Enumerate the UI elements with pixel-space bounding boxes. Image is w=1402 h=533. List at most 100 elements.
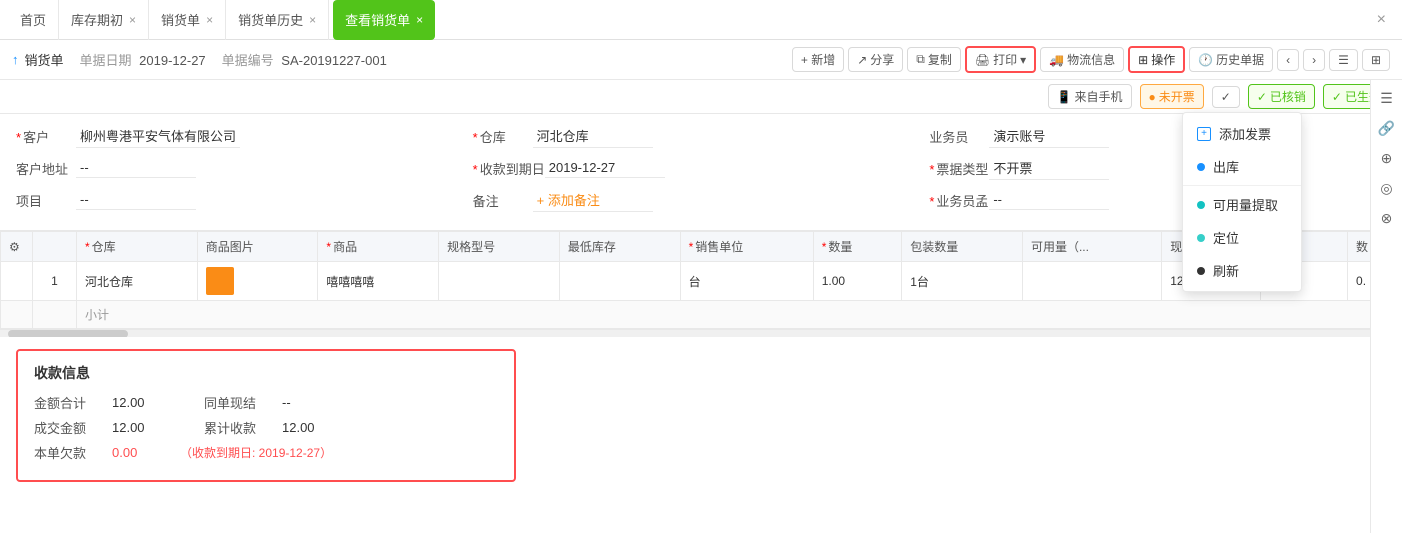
staff2-value: --	[989, 190, 1109, 210]
scrollbar-thumb[interactable]	[8, 330, 128, 337]
form-row-3: 项目 -- 备注 + 添加备注 业务员孟 --	[16, 188, 1386, 212]
warehouse-value[interactable]: 河北仓库	[533, 124, 653, 148]
logistics-button[interactable]: 🚚 物流信息	[1040, 47, 1124, 72]
doc-icon: ↑	[12, 52, 19, 67]
pay-field-5: 本单欠款 0.00 （收款到期日: 2019-12-27）	[34, 443, 332, 462]
outbound-item[interactable]: 出库	[1183, 150, 1301, 183]
date-label: 单据日期	[80, 53, 132, 68]
ticket-type-label: 票据类型	[929, 159, 989, 178]
horizontal-scrollbar[interactable]	[0, 329, 1402, 337]
tab-inventory-init[interactable]: 库存期初 ×	[59, 0, 149, 40]
amount-total-value: 12.00	[112, 395, 172, 410]
right-panel-btn-1[interactable]: ☰	[1373, 84, 1401, 112]
pay-field-4: 累计收款 12.00	[204, 418, 342, 437]
tab-view-sales-label: 查看销货单	[345, 10, 410, 29]
right-panel-btn-3[interactable]: ⊕	[1373, 144, 1401, 172]
right-panel-btn-2[interactable]: 🔗	[1373, 114, 1401, 142]
warehouse-label: 仓库	[473, 127, 533, 146]
doc-title: ↑ 销货单	[12, 50, 64, 69]
window-close-button[interactable]: ×	[1369, 7, 1394, 33]
tab-home[interactable]: 首页	[8, 0, 59, 40]
project-label: 项目	[16, 191, 76, 210]
staff-value: 演示账号	[989, 124, 1109, 148]
view-list-button[interactable]: ☰	[1329, 49, 1358, 71]
number-label: 单据编号	[222, 53, 274, 68]
link-icon: 🔗	[1378, 120, 1395, 137]
right-panel-btn-5[interactable]: ⊗	[1373, 204, 1401, 232]
print-button[interactable]: 🖨 打印 ▾	[965, 46, 1036, 73]
row-unit-cell: 台	[680, 262, 813, 301]
history-button[interactable]: 🕐 历史单据	[1189, 47, 1273, 72]
payment-row-2: 成交金额 12.00 累计收款 12.00	[34, 418, 498, 437]
tab-sales-history[interactable]: 销货单历史 ×	[226, 0, 329, 40]
plus-icon: +	[537, 193, 545, 208]
tab-inventory-init-close[interactable]: ×	[129, 13, 136, 27]
locate-icon	[1197, 234, 1205, 242]
payment-row-3: 本单欠款 0.00 （收款到期日: 2019-12-27）	[34, 443, 498, 462]
tab-sales-order-close[interactable]: ×	[206, 13, 213, 27]
amount-total-label: 金额合计	[34, 393, 104, 412]
deal-amount-label: 成交金额	[34, 418, 104, 437]
add-invoice-item[interactable]: + 添加发票	[1183, 117, 1301, 150]
pay-field-2: 同单现结 --	[204, 393, 342, 412]
share-button[interactable]: ↗ 分享	[848, 47, 903, 72]
row-settings-cell	[1, 262, 33, 301]
toolbar-row2: 📱 来自手机 ● 未开票 ✓ ✓ 已核销 ✓ 已生效	[0, 80, 1402, 114]
customer-value[interactable]: 柳州粤港平安气体有限公司	[76, 124, 240, 148]
payment-area: 收款信息 金额合计 12.00 同单现结 -- 成交金额 12.00	[16, 349, 516, 482]
subtotal-label-cell: 小计	[76, 301, 1401, 329]
subtotal-row: 小计	[1, 301, 1402, 329]
th-settings[interactable]: ⚙	[1, 232, 33, 262]
locate-label: 定位	[1213, 228, 1239, 247]
th-spec: 规格型号	[439, 232, 560, 262]
add-remark-button[interactable]: + 添加备注	[533, 188, 653, 212]
tab-sales-order[interactable]: 销货单 ×	[149, 0, 226, 40]
add-button[interactable]: + 新增	[792, 47, 844, 72]
th-unit-label: 销售单位	[689, 240, 744, 254]
pay-field-1: 金额合计 12.00	[34, 393, 172, 412]
verified-button[interactable]: ✓ 已核销	[1248, 84, 1315, 109]
refresh-label: 刷新	[1213, 261, 1239, 280]
operations-button[interactable]: ⊞ 操作	[1128, 46, 1185, 73]
nav-prev-button[interactable]: ‹	[1277, 49, 1299, 71]
product-image	[206, 267, 234, 295]
staff-field: 业务员 演示账号	[929, 124, 1386, 148]
tab-view-sales-close[interactable]: ×	[416, 13, 423, 27]
row-product-cell: 嘻嘻嘻嘻	[318, 262, 439, 301]
staff2-field: 业务员孟 --	[929, 190, 1386, 210]
right-panel-btn-4[interactable]: ◎	[1373, 174, 1401, 202]
subtotal-num-cell	[33, 301, 77, 329]
dropdown-divider	[1183, 185, 1301, 186]
debt-suffix: （收款到期日: 2019-12-27）	[180, 444, 332, 461]
view-grid-button[interactable]: ⊞	[1362, 49, 1390, 71]
th-warehouse-label: 仓库	[85, 240, 116, 254]
toolbar-actions: + 新增 ↗ 分享 ⧉ 复制 🖨 打印 ▾ 🚚 物流信息	[792, 46, 1390, 73]
project-field: 项目 --	[16, 190, 473, 210]
address-label: 客户地址	[16, 159, 76, 178]
tab-inventory-init-label: 库存期初	[71, 10, 123, 29]
ticket-type-field: 票据类型 不开票	[929, 156, 1386, 180]
row-image-cell	[197, 262, 318, 301]
form-row-1: 客户 柳州粤港平安气体有限公司 仓库 河北仓库 业务员 演示账号	[16, 124, 1386, 148]
copy-button[interactable]: ⧉ 复制	[907, 47, 961, 72]
payment-date-value[interactable]: 2019-12-27	[545, 158, 665, 178]
from-phone-button[interactable]: 📱 来自手机	[1048, 84, 1132, 109]
add-invoice-icon: +	[1197, 127, 1211, 141]
tab-view-sales[interactable]: 查看销货单 ×	[333, 0, 435, 40]
number-value: SA-20191227-001	[281, 53, 387, 68]
invoice-status-button[interactable]: ● 未开票	[1140, 84, 1204, 109]
tab-sales-history-label: 销货单历史	[238, 10, 303, 29]
date-meta: 单据日期 2019-12-27	[80, 50, 206, 69]
tab-sales-history-close[interactable]: ×	[309, 13, 316, 27]
customer-label: 客户	[16, 127, 76, 146]
payment-date-field: 收款到期日 2019-12-27	[473, 158, 930, 178]
locate-item[interactable]: 定位	[1183, 221, 1301, 254]
copy-icon: ⧉	[916, 52, 925, 67]
available-pickup-label: 可用量提取	[1213, 195, 1278, 214]
staff-label: 业务员	[929, 127, 989, 146]
th-qty: 数量	[813, 232, 902, 262]
refresh-item[interactable]: 刷新	[1183, 254, 1301, 287]
available-pickup-item[interactable]: 可用量提取	[1183, 188, 1301, 221]
check-icon-btn[interactable]: ✓	[1212, 86, 1240, 108]
nav-next-button[interactable]: ›	[1303, 49, 1325, 71]
